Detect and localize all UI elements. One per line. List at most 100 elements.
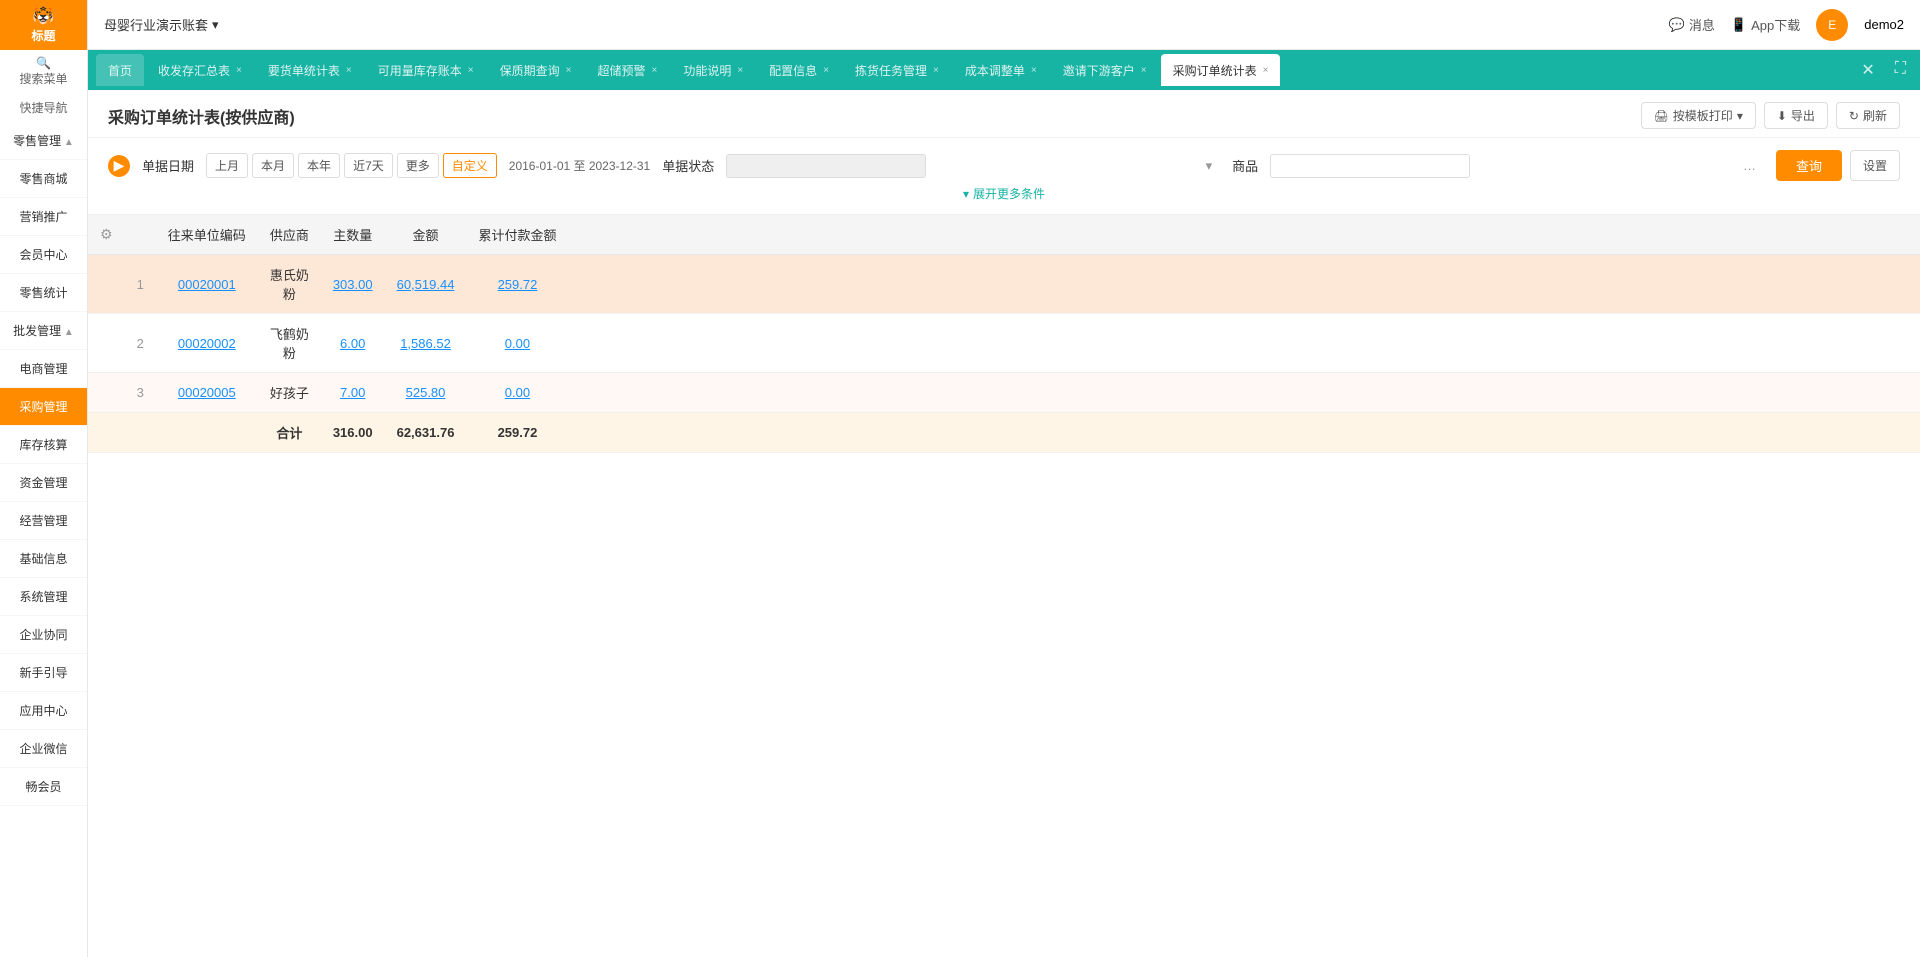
sidebar-search[interactable]: 🔍 搜索菜单 <box>0 50 87 93</box>
tab-config-info[interactable]: 配置信息× <box>757 54 841 86</box>
tab-home[interactable]: 首页 <box>96 54 144 86</box>
row-code: 00020005 <box>156 373 258 413</box>
sidebar-item-purchase[interactable]: 采购管理 <box>0 388 87 426</box>
this-year-btn[interactable]: 本年 <box>298 153 340 178</box>
tab-overstock-warning[interactable]: 超储预警 × <box>585 54 669 86</box>
filter-toggle-row: ▾ 展开更多条件 <box>108 185 1900 202</box>
print-btn[interactable]: 🖨 按模板打印 ▾ <box>1641 102 1756 129</box>
expand-more-icon: ▾ <box>963 187 969 201</box>
tab-close-icon[interactable]: × <box>1263 65 1269 76</box>
tab-label: 功能说明 <box>683 62 731 79</box>
expand-more-btn[interactable]: ▾ 展开更多条件 <box>963 185 1045 202</box>
sidebar-item-retail-sub1[interactable]: 零售商城 <box>0 160 87 198</box>
sidebar-search-label: 搜索菜单 <box>0 70 87 87</box>
tab-pick-task[interactable]: 拣货任务管理 × <box>843 54 951 86</box>
export-btn[interactable]: ⬇ 导出 <box>1764 102 1828 129</box>
tab-close-icon[interactable]: × <box>823 65 829 76</box>
row-code: 00020001 <box>156 255 258 314</box>
tab-label: 超储预警 <box>597 62 645 79</box>
sidebar-item-wholesale[interactable]: 批发管理 ▲ <box>0 312 87 350</box>
status-select[interactable] <box>726 154 926 178</box>
sidebar-item-enterprise-wechat[interactable]: 企业微信 <box>0 730 87 768</box>
tab-expand-btn[interactable]: ⛶ <box>1889 58 1912 82</box>
col-amount: 金额 <box>385 215 467 255</box>
tab-shelf-life[interactable]: 保质期查询× <box>488 54 584 86</box>
tab-close-icon[interactable]: × <box>651 65 657 76</box>
sidebar-item-retail[interactable]: 零售管理 ▲ <box>0 122 87 160</box>
sidebar-item-retail-stats[interactable]: 零售统计 <box>0 274 87 312</box>
table-container: ⚙ 往来单位编码 供应商 主数量 金额 累计付款金额 1 00020001 惠氏… <box>88 215 1920 957</box>
tab-cost-adjust[interactable]: 成本调整单 × <box>953 54 1049 86</box>
search-btn[interactable]: 查询 <box>1776 150 1842 181</box>
sidebar-item-collab[interactable]: 企业协同 <box>0 616 87 654</box>
tab-close-icon[interactable]: × <box>737 65 743 76</box>
tab-close-all-btn[interactable]: ✕ <box>1855 58 1880 82</box>
filter-settings-btn[interactable]: 设置 <box>1850 150 1900 181</box>
sidebar-item-app-center[interactable]: 应用中心 <box>0 692 87 730</box>
row-name: 飞鹤奶粉 <box>258 314 321 373</box>
row-settings <box>88 373 125 413</box>
custom-date-btn[interactable]: 自定义 <box>443 153 497 178</box>
sidebar-item-member[interactable]: 会员中心 <box>0 236 87 274</box>
tab-function-desc[interactable]: 功能说明 × <box>671 54 755 86</box>
tabbar: 首页收发存汇总表×要货单统计表×可用量库存账本×保质期查询×超储预警×功能说明×… <box>88 50 1920 90</box>
tab-close-icon[interactable]: × <box>1141 65 1147 76</box>
sidebar-item-label: 采购管理 <box>19 400 67 414</box>
tab-close-icon[interactable]: × <box>566 65 572 76</box>
app-download-btn[interactable]: 📱 App下载 <box>1731 15 1800 34</box>
tab-close-icon[interactable]: × <box>236 65 242 76</box>
table-row[interactable]: 2 00020002 飞鹤奶粉 6.00 1,586.52 0.00 <box>88 314 1920 373</box>
main-area: 母婴行业演示账套 ▾ 💬 消息 📱 App下载 E demo2 首页收发存汇总表… <box>88 0 1920 957</box>
sidebar-quick-nav[interactable]: 快捷导航 <box>0 93 87 122</box>
sidebar-item-vip[interactable]: 畅会员 <box>0 768 87 806</box>
logo-text: 标题 <box>31 27 55 44</box>
sidebar-item-newbie[interactable]: 新手引导 <box>0 654 87 692</box>
row-num: 3 <box>125 373 156 413</box>
sidebar-item-label: 新手引导 <box>19 666 67 680</box>
last-7days-btn[interactable]: 近7天 <box>344 153 393 178</box>
sidebar-item-label: 应用中心 <box>19 704 67 718</box>
tab-close-icon[interactable]: × <box>346 65 352 76</box>
tab-label: 收发存汇总表 <box>158 62 230 79</box>
sidebar-nav: 零售管理 ▲零售商城营销推广会员中心零售统计批发管理 ▲电商管理采购管理库存核算… <box>0 122 87 806</box>
sidebar-item-finance[interactable]: 资金管理 <box>0 464 87 502</box>
date-filter-label: 单据日期 <box>142 156 194 175</box>
tab-receive-summary[interactable]: 收发存汇总表 × <box>146 54 254 86</box>
sidebar-item-ecom[interactable]: 电商管理 <box>0 350 87 388</box>
store-selector[interactable]: 母婴行业演示账套 ▾ <box>104 15 219 34</box>
tab-close-icon[interactable]: × <box>933 65 939 76</box>
topbar: 母婴行业演示账套 ▾ 💬 消息 📱 App下载 E demo2 <box>88 0 1920 50</box>
status-filter-label: 单据状态 <box>662 156 714 175</box>
sidebar-item-basic[interactable]: 基础信息 <box>0 540 87 578</box>
sidebar-item-inventory[interactable]: 库存核算 <box>0 426 87 464</box>
goods-filter-label: 商品 <box>1232 156 1258 175</box>
tab-requisition-summary[interactable]: 要货单统计表× <box>256 54 364 86</box>
total-qty: 316.00 <box>321 413 385 453</box>
refresh-btn[interactable]: ↻ 刷新 <box>1836 102 1900 129</box>
sidebar-item-marketing[interactable]: 营销推广 <box>0 198 87 236</box>
goods-more-icon[interactable]: … <box>1743 158 1756 173</box>
table-row[interactable]: 3 00020005 好孩子 7.00 525.80 0.00 <box>88 373 1920 413</box>
user-avatar[interactable]: E <box>1816 9 1848 41</box>
expand-filter-btn[interactable]: ▶ <box>108 155 130 177</box>
tab-label: 成本调整单 <box>965 62 1025 79</box>
status-select-wrap <box>726 154 1220 178</box>
sidebar-item-ops[interactable]: 经营管理 <box>0 502 87 540</box>
more-date-btn[interactable]: 更多 <box>397 153 439 178</box>
goods-input[interactable] <box>1270 154 1470 178</box>
this-month-btn[interactable]: 本月 <box>252 153 294 178</box>
settings-icon[interactable]: ⚙ <box>100 226 113 242</box>
last-month-btn[interactable]: 上月 <box>206 153 248 178</box>
tab-available-stock[interactable]: 可用量库存账本× <box>366 54 486 86</box>
tab-close-icon[interactable]: × <box>1031 65 1037 76</box>
tab-label: 拣货任务管理 <box>855 62 927 79</box>
page-title: 采购订单统计表(按供应商) <box>108 104 295 128</box>
row-settings <box>88 314 125 373</box>
tab-purchase-summary[interactable]: 采购订单统计表× <box>1161 54 1281 86</box>
tab-close-icon[interactable]: × <box>468 65 474 76</box>
tab-invite-downstream[interactable]: 邀请下游客户× <box>1051 54 1159 86</box>
sidebar-item-system[interactable]: 系统管理 <box>0 578 87 616</box>
message-btn[interactable]: 💬 消息 <box>1669 15 1715 34</box>
table-row[interactable]: 1 00020001 惠氏奶粉 303.00 60,519.44 259.72 <box>88 255 1920 314</box>
message-label: 消息 <box>1689 15 1715 34</box>
